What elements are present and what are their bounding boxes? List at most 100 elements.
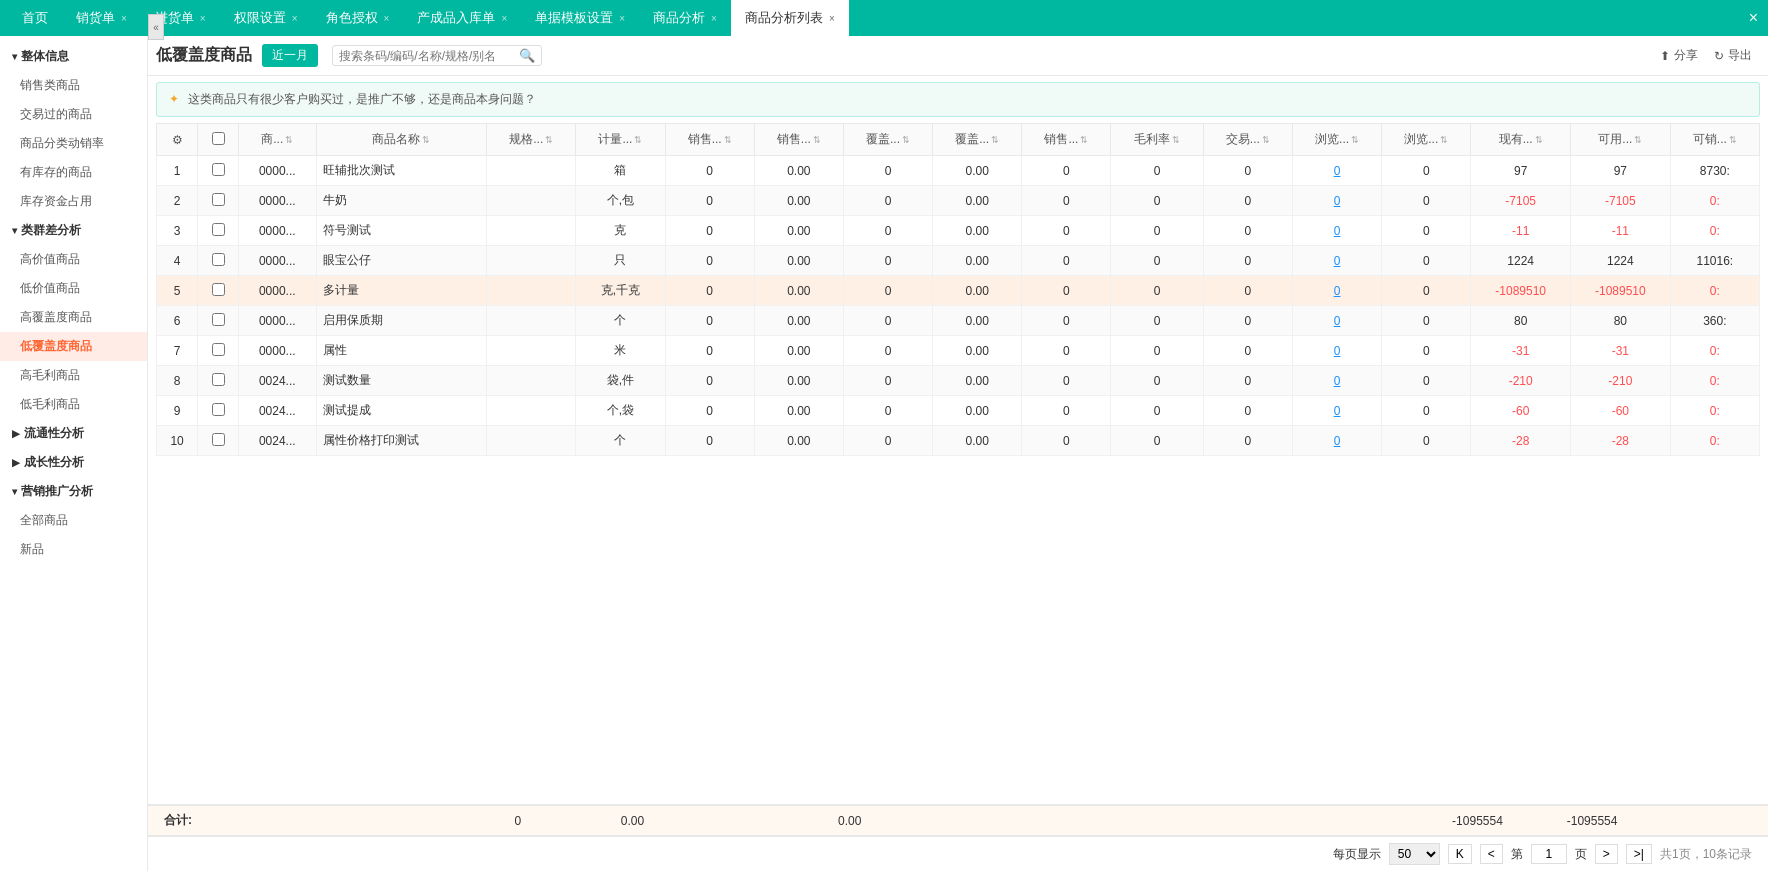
prev-page-button[interactable]: < xyxy=(1480,844,1503,864)
sidebar-item-low-margin[interactable]: 低毛利商品 xyxy=(0,390,147,419)
sidebar-collapse-button[interactable]: « xyxy=(148,14,164,40)
row-select-checkbox[interactable] xyxy=(212,223,225,236)
sidebar-section-cluster[interactable]: ▾ 类群差分析 xyxy=(0,216,147,245)
row-checkbox[interactable] xyxy=(198,246,239,276)
col-settings[interactable]: ⚙ xyxy=(157,124,198,156)
row-checkbox[interactable] xyxy=(198,336,239,366)
row-select-checkbox[interactable] xyxy=(212,193,225,206)
nav-close-analysis[interactable]: × xyxy=(711,13,717,24)
row-browse1[interactable]: 0 xyxy=(1292,306,1381,336)
nav-item-analysis[interactable]: 商品分析 × xyxy=(639,0,731,36)
row-checkbox[interactable] xyxy=(198,186,239,216)
sidebar-item-new-goods[interactable]: 新品 xyxy=(0,535,147,564)
col-sales-amount[interactable]: 销售...⇅ xyxy=(754,124,843,156)
nav-close-roles[interactable]: × xyxy=(384,13,390,24)
col-spec[interactable]: 规格...⇅ xyxy=(487,124,576,156)
row-checkbox[interactable] xyxy=(198,306,239,336)
col-trade[interactable]: 交易...⇅ xyxy=(1203,124,1292,156)
row-browse1[interactable]: 0 xyxy=(1292,156,1381,186)
row-select-checkbox[interactable] xyxy=(212,313,225,326)
nav-close-purchase[interactable]: × xyxy=(200,13,206,24)
row-current-stock: -28 xyxy=(1471,426,1571,456)
nav-close-analysis-list[interactable]: × xyxy=(829,13,835,24)
row-browse1[interactable]: 0 xyxy=(1292,276,1381,306)
first-page-button[interactable]: K xyxy=(1448,844,1472,864)
row-browse1[interactable]: 0 xyxy=(1292,246,1381,276)
col-browse1[interactable]: 浏览...⇅ xyxy=(1292,124,1381,156)
window-close-button[interactable]: × xyxy=(1749,9,1758,27)
col-sales-count[interactable]: 销售...⇅ xyxy=(665,124,754,156)
period-button[interactable]: 近一月 xyxy=(262,44,318,67)
sidebar-item-inventory-capital[interactable]: 库存资金占用 xyxy=(0,187,147,216)
col-available-stock[interactable]: 可用...⇅ xyxy=(1571,124,1671,156)
row-select-checkbox[interactable] xyxy=(212,403,225,416)
col-current-stock[interactable]: 现有...⇅ xyxy=(1471,124,1571,156)
row-browse1[interactable]: 0 xyxy=(1292,426,1381,456)
nav-item-roles[interactable]: 角色授权 × xyxy=(312,0,404,36)
row-select-checkbox[interactable] xyxy=(212,343,225,356)
sidebar-item-high-margin[interactable]: 高毛利商品 xyxy=(0,361,147,390)
nav-item-analysis-list[interactable]: 商品分析列表 × xyxy=(731,0,849,36)
row-checkbox[interactable] xyxy=(198,156,239,186)
sidebar-item-high-coverage[interactable]: 高覆盖度商品 xyxy=(0,303,147,332)
table-container[interactable]: ⚙ 商...⇅ 商品名称⇅ 规格...⇅ 计量...⇅ 销售...⇅ 销售...… xyxy=(156,123,1760,804)
search-icon[interactable]: 🔍 xyxy=(519,48,535,63)
col-browse2[interactable]: 浏览...⇅ xyxy=(1382,124,1471,156)
sidebar-section-growth[interactable]: ▶ 成长性分析 xyxy=(0,448,147,477)
nav-close-permissions[interactable]: × xyxy=(292,13,298,24)
export-button[interactable]: ↻ 导出 xyxy=(1714,47,1752,64)
row-select-checkbox[interactable] xyxy=(212,283,225,296)
search-input[interactable] xyxy=(339,49,519,63)
row-checkbox[interactable] xyxy=(198,396,239,426)
row-select-checkbox[interactable] xyxy=(212,373,225,386)
col-sellable[interactable]: 可销...⇅ xyxy=(1670,124,1759,156)
nav-item-sales[interactable]: 销货单 × xyxy=(62,0,141,36)
sidebar-item-category-turnover[interactable]: 商品分类动销率 xyxy=(0,129,147,158)
col-sales-rate[interactable]: 销售...⇅ xyxy=(1022,124,1111,156)
row-select-checkbox[interactable] xyxy=(212,253,225,266)
row-browse2: 0 xyxy=(1382,246,1471,276)
col-name[interactable]: 商品名称⇅ xyxy=(316,124,487,156)
sidebar-item-high-value[interactable]: 高价值商品 xyxy=(0,245,147,274)
sidebar-item-in-stock[interactable]: 有库存的商品 xyxy=(0,158,147,187)
sidebar-item-low-coverage[interactable]: 低覆盖度商品 xyxy=(0,332,147,361)
col-coverage1[interactable]: 覆盖...⇅ xyxy=(843,124,932,156)
row-checkbox[interactable] xyxy=(198,216,239,246)
nav-item-permissions[interactable]: 权限设置 × xyxy=(220,0,312,36)
row-select-checkbox[interactable] xyxy=(212,163,225,176)
col-coverage2[interactable]: 覆盖...⇅ xyxy=(933,124,1022,156)
sidebar-item-traded-goods[interactable]: 交易过的商品 xyxy=(0,100,147,129)
col-code[interactable]: 商...⇅ xyxy=(238,124,316,156)
row-browse1[interactable]: 0 xyxy=(1292,336,1381,366)
sidebar-section-overall[interactable]: ▾ 整体信息 xyxy=(0,42,147,71)
sidebar-item-all-goods[interactable]: 全部商品 xyxy=(0,506,147,535)
page-number-input[interactable] xyxy=(1531,844,1567,864)
col-unit[interactable]: 计量...⇅ xyxy=(576,124,665,156)
row-browse1[interactable]: 0 xyxy=(1292,366,1381,396)
row-select-checkbox[interactable] xyxy=(212,433,225,446)
sidebar-item-sales-goods[interactable]: 销售类商品 xyxy=(0,71,147,100)
per-page-select[interactable]: 50 20 100 xyxy=(1389,843,1440,865)
nav-close-template[interactable]: × xyxy=(619,13,625,24)
nav-close-sales[interactable]: × xyxy=(121,13,127,24)
nav-close-products[interactable]: × xyxy=(501,13,507,24)
nav-item-home[interactable]: 首页 xyxy=(8,0,62,36)
row-browse1[interactable]: 0 xyxy=(1292,396,1381,426)
sidebar-item-low-value[interactable]: 低价值商品 xyxy=(0,274,147,303)
next-page-button[interactable]: > xyxy=(1595,844,1618,864)
row-checkbox[interactable] xyxy=(198,276,239,306)
nav-item-products[interactable]: 产成品入库单 × xyxy=(403,0,521,36)
share-button[interactable]: ⬆ 分享 xyxy=(1660,47,1698,64)
row-browse1[interactable]: 0 xyxy=(1292,186,1381,216)
col-gross-margin[interactable]: 毛利率⇅ xyxy=(1111,124,1203,156)
last-page-button[interactable]: >| xyxy=(1626,844,1652,864)
row-checkbox[interactable] xyxy=(198,426,239,456)
row-gross-margin: 0 xyxy=(1111,426,1203,456)
row-checkbox[interactable] xyxy=(198,366,239,396)
select-all-checkbox[interactable] xyxy=(212,132,225,145)
col-checkbox[interactable] xyxy=(198,124,239,156)
sidebar-section-marketing[interactable]: ▾ 营销推广分析 xyxy=(0,477,147,506)
row-browse1[interactable]: 0 xyxy=(1292,216,1381,246)
sidebar-section-liquidity[interactable]: ▶ 流通性分析 xyxy=(0,419,147,448)
nav-item-template[interactable]: 单据模板设置 × xyxy=(521,0,639,36)
